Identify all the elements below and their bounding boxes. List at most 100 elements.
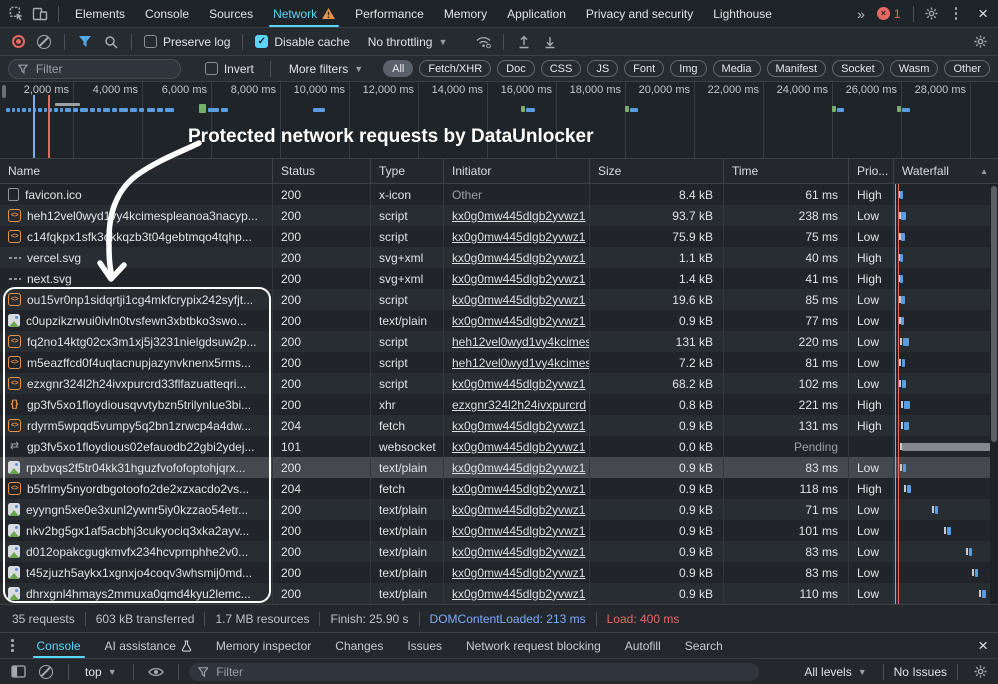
- scrollbar-thumb[interactable]: [991, 186, 997, 442]
- network-filter-input[interactable]: [34, 61, 171, 77]
- column-header-name[interactable]: Name: [0, 159, 272, 183]
- network-conditions-icon[interactable]: [471, 30, 495, 54]
- network-request-row[interactable]: rpxbvqs2f5tr04kk31hguzfvofofoptohjqrx...…: [0, 457, 998, 478]
- initiator[interactable]: ezxgnr324l2h24ivxpurcrd: [452, 398, 586, 412]
- error-badge[interactable]: × 1: [871, 7, 907, 21]
- column-header-time[interactable]: Time: [723, 159, 848, 183]
- drawer-tab-memory-inspector[interactable]: Memory inspector: [204, 633, 323, 658]
- initiator[interactable]: kx0g0mw445dlgb2yvwz1: [452, 230, 585, 244]
- column-header-prio[interactable]: Prio...: [848, 159, 893, 183]
- initiator[interactable]: kx0g0mw445dlgb2yvwz1: [452, 482, 585, 496]
- export-har-icon[interactable]: [538, 30, 562, 54]
- column-header-status[interactable]: Status: [272, 159, 370, 183]
- initiator[interactable]: kx0g0mw445dlgb2yvwz1: [452, 293, 585, 307]
- network-request-row[interactable]: <>rdyrm5wpqd5vumpy5q2bn1zrwcp4a4dw...204…: [0, 415, 998, 436]
- more-tabs-icon[interactable]: »: [849, 6, 871, 22]
- initiator[interactable]: kx0g0mw445dlgb2yvwz1: [452, 566, 585, 580]
- network-request-row[interactable]: <>heh12vel0wyd1vy4kcimespleanoa3nacyp...…: [0, 205, 998, 226]
- type-pill-all[interactable]: All: [383, 60, 413, 77]
- initiator[interactable]: kx0g0mw445dlgb2yvwz1: [452, 524, 585, 538]
- initiator[interactable]: kx0g0mw445dlgb2yvwz1: [452, 377, 585, 391]
- issues-counter[interactable]: No Issues: [894, 665, 947, 679]
- live-expression-eye-icon[interactable]: [144, 660, 168, 684]
- network-overview-timeline[interactable]: 2,000 ms4,000 ms6,000 ms8,000 ms10,000 m…: [0, 82, 998, 159]
- drawer-tab-network-request-blocking[interactable]: Network request blocking: [454, 633, 613, 658]
- close-drawer-icon[interactable]: ×: [968, 636, 998, 656]
- network-request-row[interactable]: ⇄gp3fv5xo1floydious02efauodb22gbi2ydej..…: [0, 436, 998, 457]
- checkbox-unchecked[interactable]: [144, 35, 157, 48]
- initiator[interactable]: kx0g0mw445dlgb2yvwz1: [452, 209, 585, 223]
- network-request-row[interactable]: eyyngn5xe0e3xunl2ywnr5iy0kzzao54etr...20…: [0, 499, 998, 520]
- drawer-tab-search[interactable]: Search: [673, 633, 735, 658]
- settings-gear-icon[interactable]: [920, 2, 944, 26]
- network-request-row[interactable]: d012opakcgugkmvfx234hcvprnphhe2v0...200t…: [0, 541, 998, 562]
- checkbox-unchecked[interactable]: [205, 62, 218, 75]
- inspect-element-icon[interactable]: [4, 2, 28, 26]
- console-settings-gear-icon[interactable]: [968, 660, 992, 684]
- tab-sources[interactable]: Sources: [199, 0, 263, 27]
- search-icon[interactable]: [99, 30, 123, 54]
- network-request-row[interactable]: <>c14fqkpx1sfk3okkqzb3t04gebtmqo4tqhp...…: [0, 226, 998, 247]
- type-pill-js[interactable]: JS: [587, 60, 618, 77]
- device-toolbar-icon[interactable]: [28, 2, 52, 26]
- drawer-tab-autofill[interactable]: Autofill: [613, 633, 673, 658]
- drawer-tab-issues[interactable]: Issues: [395, 633, 454, 658]
- overview-handle[interactable]: [2, 85, 6, 98]
- checkbox-checked[interactable]: ✓: [255, 35, 268, 48]
- network-request-row[interactable]: next.svg200svg+xmlkx0g0mw445dlgb2yvwz11.…: [0, 268, 998, 289]
- network-request-row[interactable]: <>b5frlmy5nyordbgotoofo2de2xzxacdo2vs...…: [0, 478, 998, 499]
- network-request-row[interactable]: c0upzikzrwui0ivln0tvsfewn3xbtbko3swo...2…: [0, 310, 998, 331]
- initiator[interactable]: kx0g0mw445dlgb2yvwz1: [452, 419, 585, 433]
- column-header-waterfall[interactable]: Waterfall▲: [893, 159, 998, 183]
- network-request-row[interactable]: <>fq2no14ktg02cx3m1xj5j3231nielgdsuw2p..…: [0, 331, 998, 352]
- type-pill-css[interactable]: CSS: [541, 60, 582, 77]
- clear-network-log-icon[interactable]: [32, 30, 56, 54]
- tab-privacy-and-security[interactable]: Privacy and security: [576, 0, 703, 27]
- type-pill-fetch-xhr[interactable]: Fetch/XHR: [419, 60, 491, 77]
- initiator[interactable]: heh12vel0wyd1vy4kcimes: [452, 356, 589, 370]
- initiator[interactable]: kx0g0mw445dlgb2yvwz1: [452, 545, 585, 559]
- type-pill-wasm[interactable]: Wasm: [890, 60, 939, 77]
- type-pill-doc[interactable]: Doc: [497, 60, 535, 77]
- network-settings-gear-icon[interactable]: [968, 30, 992, 54]
- drawer-tab-console[interactable]: Console: [25, 633, 93, 658]
- console-sidebar-icon[interactable]: [6, 660, 30, 684]
- initiator[interactable]: kx0g0mw445dlgb2yvwz1: [452, 272, 585, 286]
- network-request-row[interactable]: favicon.ico200x-iconOther8.4 kB61 msHigh: [0, 184, 998, 205]
- network-request-row[interactable]: nkv2bg5gx1af5acbhj3cukyociq3xka2ayv...20…: [0, 520, 998, 541]
- initiator[interactable]: heh12vel0wyd1vy4kcimes: [452, 335, 589, 349]
- type-pill-manifest[interactable]: Manifest: [767, 60, 827, 77]
- table-scrollbar[interactable]: [990, 184, 998, 604]
- log-levels-dropdown[interactable]: All levels ▼: [798, 665, 872, 679]
- network-request-row[interactable]: <>m5eazffcd0f4uqtacnupjazynvknenx5rms...…: [0, 352, 998, 373]
- tab-network[interactable]: Network: [263, 0, 345, 27]
- import-har-icon[interactable]: [512, 30, 536, 54]
- invert-checkbox[interactable]: Invert: [201, 62, 258, 76]
- tab-memory[interactable]: Memory: [434, 0, 497, 27]
- initiator[interactable]: kx0g0mw445dlgb2yvwz1: [452, 314, 585, 328]
- drawer-menu-icon[interactable]: [0, 639, 25, 652]
- initiator[interactable]: kx0g0mw445dlgb2yvwz1: [452, 251, 585, 265]
- tab-console[interactable]: Console: [135, 0, 199, 27]
- network-request-row[interactable]: <>ezxgnr324l2h24ivxpurcrd33flfazuatteqri…: [0, 373, 998, 394]
- drawer-tab-ai-assistance[interactable]: AI assistance: [93, 633, 204, 658]
- type-pill-socket[interactable]: Socket: [832, 60, 884, 77]
- type-pill-other[interactable]: Other: [944, 60, 990, 77]
- network-request-row[interactable]: t45zjuzh5aykx1xgnxjo4coqv3whsmij0md...20…: [0, 562, 998, 583]
- initiator[interactable]: kx0g0mw445dlgb2yvwz1: [452, 440, 585, 454]
- filter-funnel-icon[interactable]: [73, 30, 97, 54]
- network-request-row[interactable]: vercel.svg200svg+xmlkx0g0mw445dlgb2yvwz1…: [0, 247, 998, 268]
- network-request-row[interactable]: <>ou15vr0np1sidqrtji1cg4mkfcrypix242syfj…: [0, 289, 998, 310]
- network-request-row[interactable]: dhrxgnl4hmays2mmuxa0qmd4kyu2lemc...200te…: [0, 583, 998, 604]
- type-pill-font[interactable]: Font: [624, 60, 664, 77]
- throttling-dropdown[interactable]: No throttling ▼: [362, 35, 454, 49]
- column-header-type[interactable]: Type: [370, 159, 443, 183]
- tab-elements[interactable]: Elements: [65, 0, 135, 27]
- initiator[interactable]: kx0g0mw445dlgb2yvwz1: [452, 503, 585, 517]
- network-request-row[interactable]: {}gp3fv5xo1floydiousqvvtybzn5trilynlue3b…: [0, 394, 998, 415]
- more-options-icon[interactable]: [944, 7, 969, 20]
- initiator[interactable]: kx0g0mw445dlgb2yvwz1: [452, 461, 585, 475]
- column-header-size[interactable]: Size: [589, 159, 723, 183]
- tab-performance[interactable]: Performance: [345, 0, 434, 27]
- preserve-log-checkbox[interactable]: Preserve log: [140, 35, 234, 49]
